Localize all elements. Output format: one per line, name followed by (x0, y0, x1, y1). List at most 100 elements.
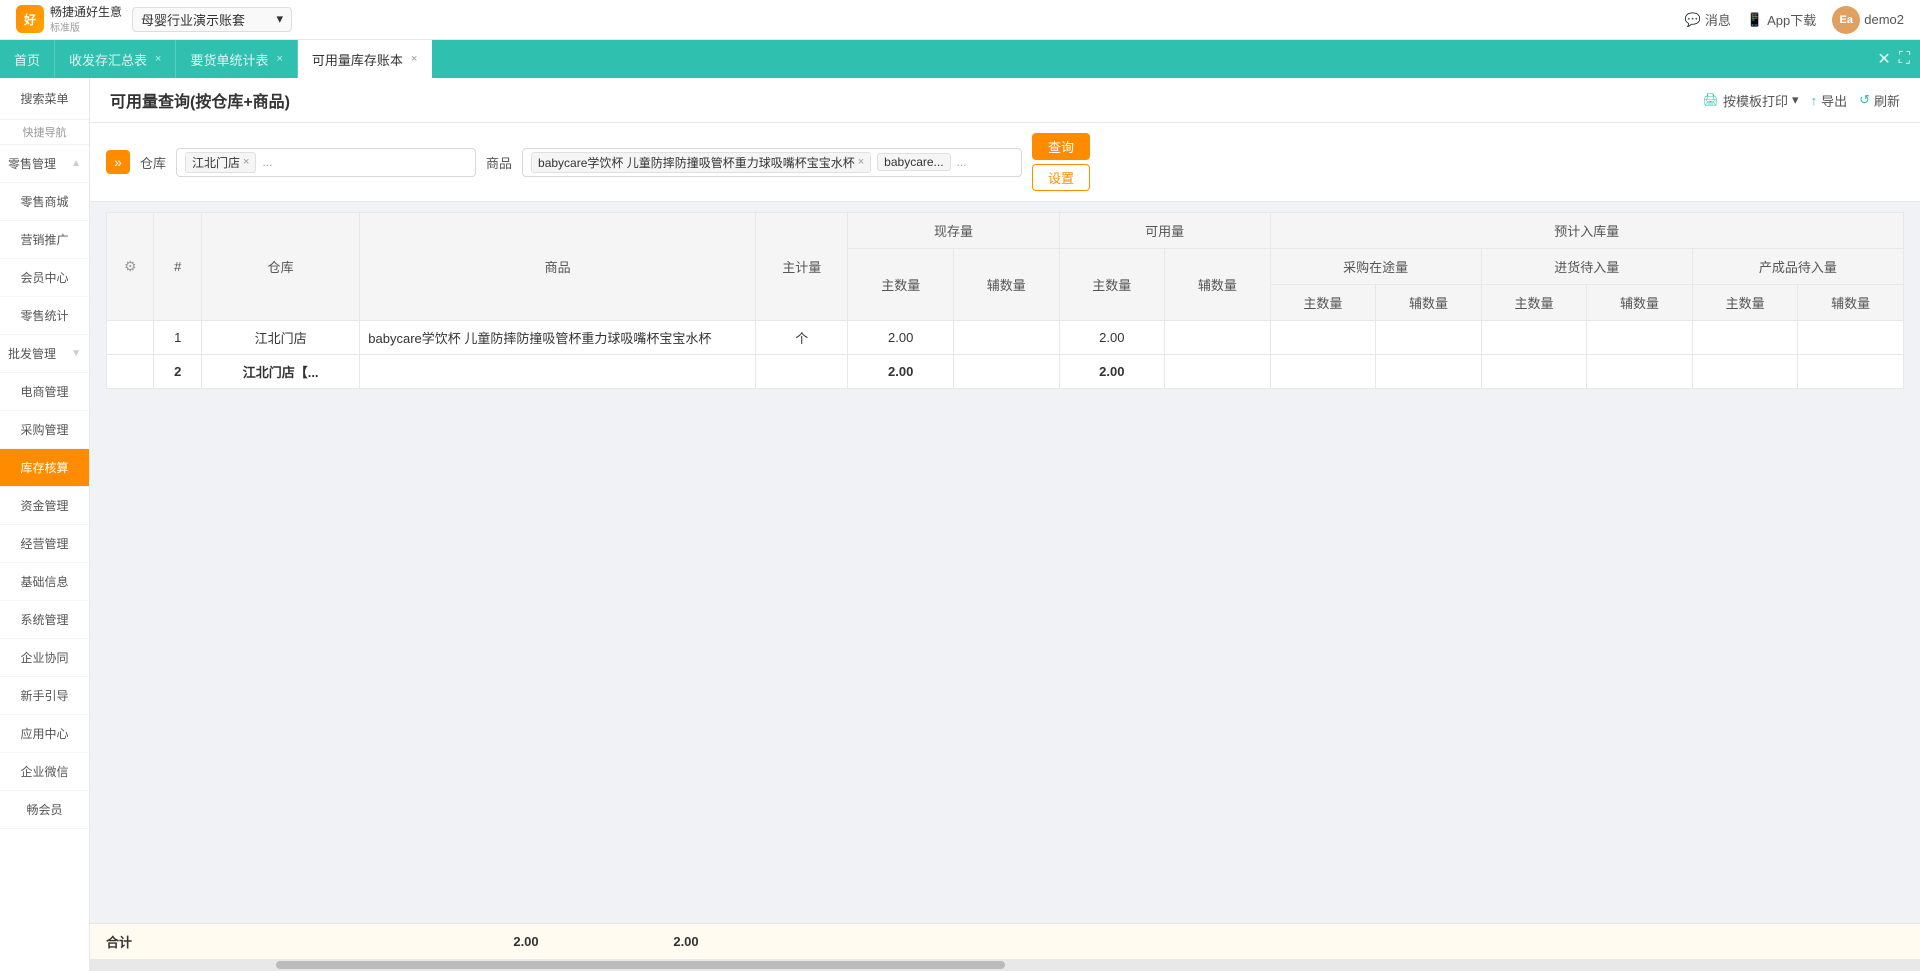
th-no: # (154, 213, 201, 321)
row2-avail-aux (1165, 355, 1271, 389)
tab-receive-summary[interactable]: 收发存汇总表 × (55, 40, 176, 78)
sidebar-item-app-center[interactable]: 应用中心 (0, 715, 89, 753)
sidebar-item-inventory-mgmt[interactable]: 库存核算 (0, 449, 89, 487)
tab-close-order-stats[interactable]: × (276, 53, 282, 65)
warehouse-more[interactable]: ... (262, 155, 272, 169)
export-btn[interactable]: ↑ 导出 (1811, 91, 1848, 110)
row1-avail-main: 2.00 (1059, 321, 1165, 355)
tab-order-stats[interactable]: 要货单统计表 × (176, 40, 297, 78)
chevron-down-icon: ▾ (276, 11, 283, 27)
sidebar-item-ecommerce-mgmt[interactable]: 电商管理 (0, 373, 89, 411)
tab-close-all-icon[interactable]: ✕ (1877, 49, 1890, 69)
warehouse-tag[interactable]: 江北门店 × (185, 152, 256, 173)
message-icon: 💬 (1685, 12, 1701, 28)
product-tag-2[interactable]: babycare... (877, 153, 950, 171)
chevron-icon: ▲ (71, 158, 81, 169)
th-current-main: 主数量 (848, 249, 954, 321)
page-title: 可用量查询(按仓库+商品) (110, 88, 290, 122)
product-filter-input[interactable]: babycare学饮杯 儿童防摔防撞吸管杯重力球吸嘴杯宝宝水杯 × babyca… (522, 148, 1022, 177)
th-prod-main: 主数量 (1692, 285, 1798, 321)
scroll-thumb[interactable] (276, 961, 1005, 969)
avatar: Ea (1832, 6, 1860, 34)
sidebar-item-enterprise-wechat[interactable]: 企业微信 (0, 753, 89, 791)
th-main-unit: 主计量 (756, 213, 848, 321)
sidebar-item-finance-mgmt[interactable]: 资金管理 (0, 487, 89, 525)
sidebar-item-system-mgmt[interactable]: 系统管理 (0, 601, 89, 639)
sidebar-item-basic-info[interactable]: 基础信息 (0, 563, 89, 601)
setting-btn[interactable]: 设置 (1032, 164, 1090, 191)
product-tag1-remove[interactable]: × (858, 156, 864, 168)
sidebar-item-marketing[interactable]: 营销推广 (0, 221, 89, 259)
chevron-down-icon: ▾ (1792, 92, 1799, 108)
sidebar-label-inventory-mgmt: 库存核算 (20, 459, 68, 476)
logo-area: 好 畅捷通好生意 标准版 (16, 5, 122, 34)
sidebar-quick-nav[interactable]: 快捷导航 (0, 120, 89, 145)
logo-text: 畅捷通好生意 标准版 (50, 5, 122, 34)
tab-home[interactable]: 首页 (0, 40, 55, 78)
row2-settings (107, 355, 154, 389)
product-more[interactable]: ... (957, 155, 967, 169)
page-header: 可用量查询(按仓库+商品) 🖨 按模板打印 ▾ ↑ 导出 ↺ 刷新 (90, 78, 1920, 123)
sidebar-item-retail-stats[interactable]: 零售统计 (0, 297, 89, 335)
message-btn[interactable]: 💬 消息 (1685, 10, 1731, 29)
row2-avail-main: 2.00 (1059, 355, 1165, 389)
row2-main-unit (756, 355, 848, 389)
top-bar-right: 💬 消息 📱 App下载 Ea demo2 (1685, 6, 1904, 34)
row1-product: babycare学饮杯 儿童防摔防撞吸管杯重力球吸嘴杯宝宝水杯 (360, 321, 756, 355)
sidebar: 搜索菜单 快捷导航 零售管理 ▲ 零售商城 营销推广 会员中心 零售统计 批发管… (0, 78, 90, 971)
app-download-btn[interactable]: 📱 App下载 (1747, 10, 1816, 29)
row1-prod-main (1692, 321, 1798, 355)
th-purchase-transit: 采购在途量 (1270, 249, 1481, 285)
print-template-btn[interactable]: 🖨 按模板打印 ▾ (1703, 91, 1799, 110)
sidebar-label-finance-mgmt: 资金管理 (20, 497, 68, 514)
row1-no: 1 (154, 321, 201, 355)
sidebar-item-enterprise-coop[interactable]: 企业协同 (0, 639, 89, 677)
th-available: 可用量 (1059, 213, 1270, 249)
th-inbound-pending: 进货待入量 (1481, 249, 1692, 285)
sidebar-item-purchase-mgmt[interactable]: 采购管理 (0, 411, 89, 449)
industry-selector[interactable]: 母婴行业演示账套 ▾ (132, 7, 292, 32)
tab-fullscreen-icon[interactable]: ⛶ (1899, 50, 1910, 68)
table-footer: 合计 2.00 2.00 (90, 923, 1920, 959)
query-btn[interactable]: 查询 (1032, 133, 1090, 160)
table-row: 1 江北门店 babycare学饮杯 儿童防摔防撞吸管杯重力球吸嘴杯宝宝水杯 个… (107, 321, 1904, 355)
sidebar-item-operations-mgmt[interactable]: 经营管理 (0, 525, 89, 563)
user-area[interactable]: Ea demo2 (1832, 6, 1904, 34)
print-icon: 🖨 (1703, 92, 1720, 108)
row2-inbound-main (1481, 355, 1587, 389)
th-avail-aux: 辅数量 (1165, 249, 1271, 321)
th-purchase-aux: 辅数量 (1376, 285, 1482, 321)
sidebar-item-retail-mgmt[interactable]: 零售管理 ▲ (0, 145, 89, 183)
row1-settings (107, 321, 154, 355)
top-bar-left: 好 畅捷通好生意 标准版 母婴行业演示账套 ▾ (16, 5, 292, 34)
sidebar-item-new-guide[interactable]: 新手引导 (0, 677, 89, 715)
sidebar-item-vip-member[interactable]: 畅会员 (0, 791, 89, 829)
chevron-down-icon: ▼ (71, 348, 81, 359)
sidebar-label-retail-mall: 零售商城 (20, 193, 68, 210)
filter-expand-btn[interactable]: » (106, 150, 130, 174)
row1-inbound-main (1481, 321, 1587, 355)
sidebar-item-wholesale-mgmt[interactable]: 批发管理 ▼ (0, 335, 89, 373)
footer-avail-main: 2.00 (646, 934, 726, 949)
search-menu-btn[interactable]: 搜索菜单 (6, 86, 83, 111)
th-product: 商品 (360, 213, 756, 321)
sidebar-label-purchase-mgmt: 采购管理 (20, 421, 68, 438)
refresh-btn[interactable]: ↺ 刷新 (1859, 91, 1900, 110)
product-tag-1[interactable]: babycare学饮杯 儿童防摔防撞吸管杯重力球吸嘴杯宝宝水杯 × (531, 152, 871, 173)
sidebar-item-retail-mall[interactable]: 零售商城 (0, 183, 89, 221)
row2-inbound-aux (1587, 355, 1693, 389)
warehouse-tag-remove[interactable]: × (243, 156, 249, 168)
th-inbound-aux: 辅数量 (1587, 285, 1693, 321)
sidebar-label-marketing: 营销推广 (20, 231, 68, 248)
settings-icon[interactable]: ⚙ (124, 258, 137, 274)
tab-close-receive-summary[interactable]: × (155, 53, 161, 65)
warehouse-filter-input[interactable]: 江北门店 × ... (176, 148, 476, 177)
row1-purchase-main (1270, 321, 1376, 355)
sidebar-label-wholesale-mgmt: 批发管理 (8, 345, 56, 362)
sidebar-item-member-center[interactable]: 会员中心 (0, 259, 89, 297)
tab-close-available-ledger[interactable]: × (411, 53, 417, 65)
sidebar-label-member-center: 会员中心 (20, 269, 68, 286)
horizontal-scrollbar[interactable] (90, 959, 1920, 971)
tab-available-ledger[interactable]: 可用量库存账本 × (298, 40, 432, 78)
th-warehouse: 仓库 (201, 213, 359, 321)
